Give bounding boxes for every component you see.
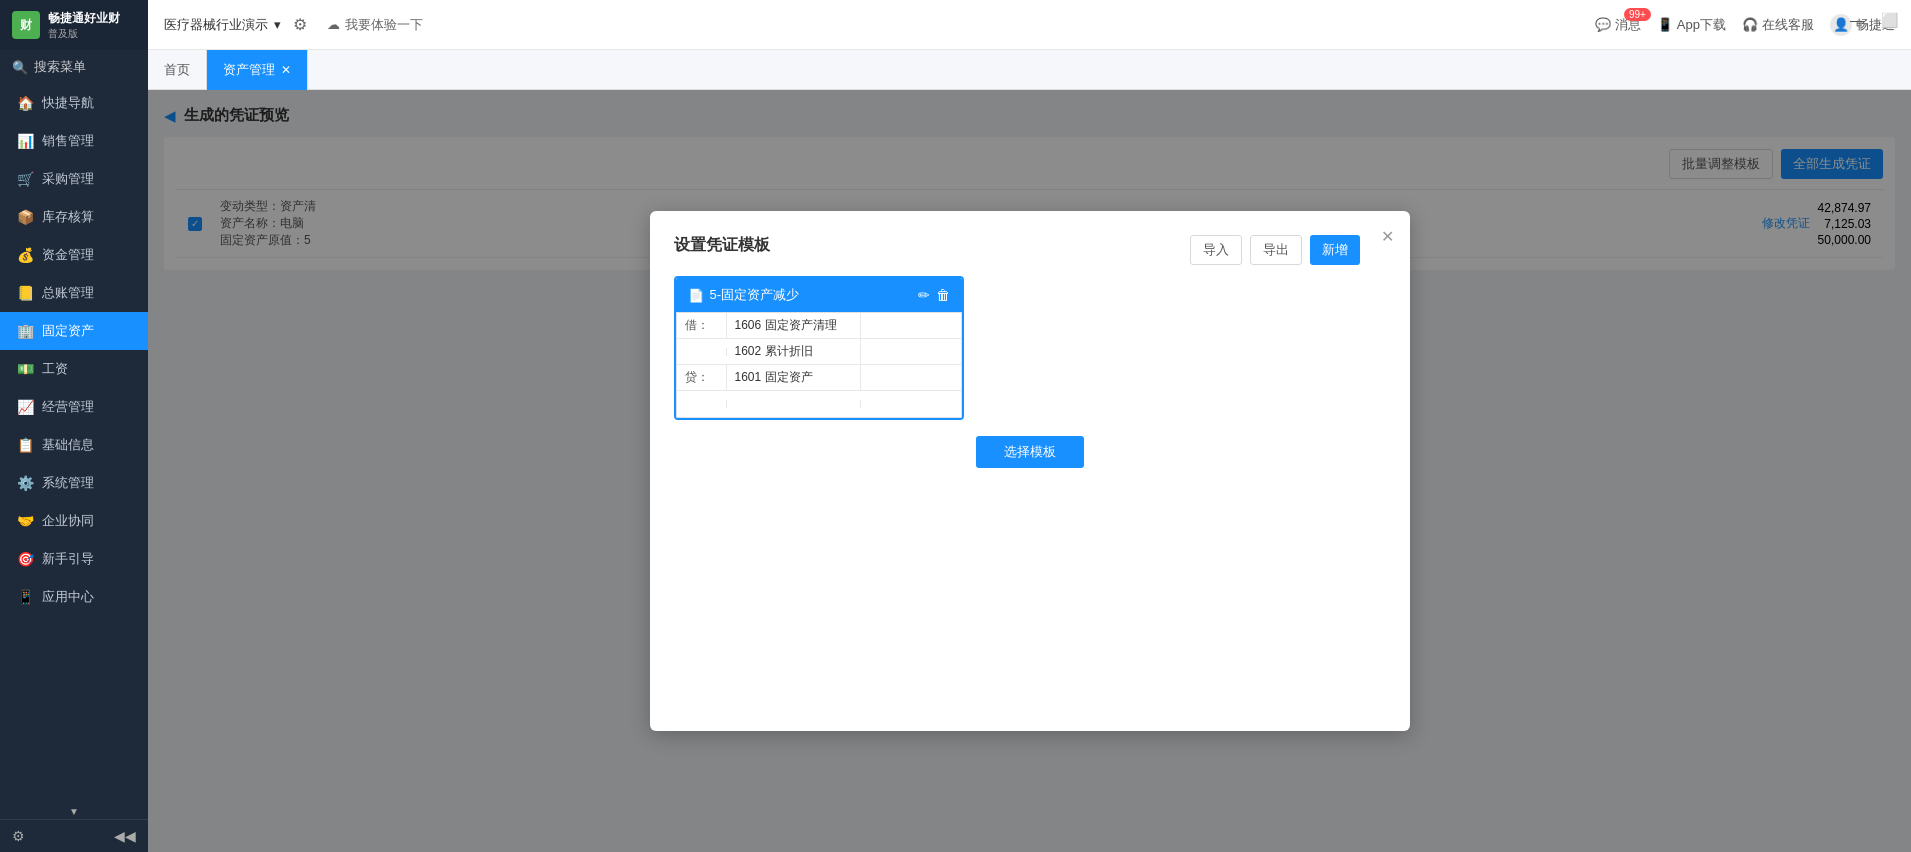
purchase-icon: 🛒 — [16, 170, 34, 188]
experience-btn[interactable]: ☁ 我要体验一下 — [327, 16, 423, 34]
template-row-4 — [677, 391, 961, 417]
logo-text: 畅捷通好业财 普及版 — [48, 10, 120, 41]
modal-title: 设置凭证模板 — [674, 235, 770, 256]
tabbar: 首页 资产管理 ✕ — ⬜ — [148, 50, 1911, 90]
payroll-icon: 💵 — [16, 360, 34, 378]
template-name: 📄 5-固定资产减少 — [688, 286, 800, 304]
operations-icon: 📈 — [16, 398, 34, 416]
direction-1: 借： — [677, 313, 727, 338]
window-controls: — ⬜ — [1843, 0, 1911, 40]
main-area: 医疗器械行业演示 ▾ ⚙ ☁ 我要体验一下 💬 消息 99+ 📱 App下载 🎧… — [148, 0, 1911, 852]
tab-close-icon[interactable]: ✕ — [281, 63, 291, 77]
modal-header: 设置凭证模板 导入 导出 新增 — [674, 235, 1386, 256]
account-3: 1601 固定资产 — [727, 365, 861, 390]
messages-btn[interactable]: 💬 消息 99+ — [1595, 16, 1641, 34]
sidebar-logo: 财 畅捷通好业财 普及版 — [0, 0, 148, 50]
app-center-icon: 📱 — [16, 588, 34, 606]
company-dropdown-icon: ▾ — [274, 17, 281, 32]
account-2: 1602 累计折旧 — [727, 339, 861, 364]
select-template-btn[interactable]: 选择模板 — [976, 436, 1084, 468]
modal-dialog: ✕ 设置凭证模板 导入 导出 新增 📄 5-固定资产减少 — [650, 211, 1410, 731]
sidebar-item-purchase[interactable]: 🛒 采购管理 — [0, 160, 148, 198]
template-row-3: 贷： 1601 固定资产 — [677, 365, 961, 391]
fixed-assets-icon: 🏢 — [16, 322, 34, 340]
sidebar-item-inventory[interactable]: 📦 库存核算 — [0, 198, 148, 236]
template-edit-icon[interactable]: ✏ — [918, 287, 930, 303]
sales-icon: 📊 — [16, 132, 34, 150]
modal-overlay[interactable]: ✕ 设置凭证模板 导入 导出 新增 📄 5-固定资产减少 — [148, 90, 1911, 852]
template-row-2: 1602 累计折旧 — [677, 339, 961, 365]
sidebar-item-payroll[interactable]: 💵 工资 — [0, 350, 148, 388]
sidebar-item-app-center[interactable]: 📱 应用中心 — [0, 578, 148, 616]
modal-close-btn[interactable]: ✕ — [1381, 227, 1394, 246]
direction-2 — [677, 348, 727, 356]
sidebar-scroll-down[interactable]: ▼ — [0, 804, 148, 819]
template-header-actions: ✏ 🗑 — [918, 287, 950, 303]
sidebar-item-guide[interactable]: 🎯 新手引导 — [0, 540, 148, 578]
sidebar-bottom: ⚙ ◀◀ — [0, 819, 148, 852]
sidebar-item-system[interactable]: ⚙️ 系统管理 — [0, 464, 148, 502]
message-icon: 💬 — [1595, 17, 1611, 32]
template-card: 📄 5-固定资产减少 ✏ 🗑 借： 1606 固定资产清理 — [674, 276, 964, 420]
new-template-btn[interactable]: 新增 — [1310, 235, 1360, 265]
online-service-btn[interactable]: 🎧 在线客服 — [1742, 16, 1814, 34]
logo-icon: 财 — [12, 11, 40, 39]
sidebar-item-ledger[interactable]: 📒 总账管理 — [0, 274, 148, 312]
app-download-icon: 📱 — [1657, 17, 1673, 32]
import-btn[interactable]: 导入 — [1190, 235, 1242, 265]
topbar-settings-icon[interactable]: ⚙ — [293, 15, 307, 34]
guide-icon: 🎯 — [16, 550, 34, 568]
funds-icon: 💰 — [16, 246, 34, 264]
sidebar-search[interactable]: 🔍 搜索菜单 — [0, 50, 148, 84]
sidebar-nav: 🏠 快捷导航 📊 销售管理 🛒 采购管理 📦 库存核算 💰 资金管理 📒 总账管… — [0, 84, 148, 804]
home-icon: 🏠 — [16, 94, 34, 112]
service-icon: 🎧 — [1742, 17, 1758, 32]
page-content: ◀ 生成的凭证预览 批量调整模板 全部生成凭证 ✓ 变动类型：资产清 资产名称 — [148, 90, 1911, 852]
template-row-1: 借： 1606 固定资产清理 — [677, 313, 961, 339]
sidebar-item-sales[interactable]: 📊 销售管理 — [0, 122, 148, 160]
export-btn[interactable]: 导出 — [1250, 235, 1302, 265]
sidebar: 财 畅捷通好业财 普及版 🔍 搜索菜单 🏠 快捷导航 📊 销售管理 🛒 采购管理… — [0, 0, 148, 852]
sidebar-item-operations[interactable]: 📈 经营管理 — [0, 388, 148, 426]
tab-asset-mgmt[interactable]: 资产管理 ✕ — [207, 50, 308, 90]
sidebar-item-quicknav[interactable]: 🏠 快捷导航 — [0, 84, 148, 122]
window-minimize-btn[interactable]: — — [1843, 6, 1871, 34]
inventory-icon: 📦 — [16, 208, 34, 226]
search-icon: 🔍 — [12, 60, 28, 75]
sidebar-item-base-info[interactable]: 📋 基础信息 — [0, 426, 148, 464]
direction-3: 贷： — [677, 365, 727, 390]
account-1: 1606 固定资产清理 — [727, 313, 861, 338]
template-card-header: 📄 5-固定资产减少 ✏ 🗑 — [676, 278, 962, 312]
template-delete-icon[interactable]: 🗑 — [936, 287, 950, 303]
sidebar-item-funds[interactable]: 💰 资金管理 — [0, 236, 148, 274]
template-doc-icon: 📄 — [688, 288, 704, 303]
sidebar-item-fixed-assets[interactable]: 🏢 固定资产 — [0, 312, 148, 350]
bottom-settings-icon[interactable]: ⚙ — [12, 828, 25, 844]
window-maximize-btn[interactable]: ⬜ — [1875, 6, 1903, 34]
sidebar-item-enterprise[interactable]: 🤝 企业协同 — [0, 502, 148, 540]
tab-home[interactable]: 首页 — [148, 50, 207, 90]
account-4 — [727, 400, 861, 408]
app-download-btn[interactable]: 📱 App下载 — [1657, 16, 1726, 34]
enterprise-icon: 🤝 — [16, 512, 34, 530]
template-grid: 借： 1606 固定资产清理 1602 累计折旧 贷： — [676, 312, 962, 418]
system-icon: ⚙️ — [16, 474, 34, 492]
experience-icon: ☁ — [327, 17, 340, 32]
sidebar-collapse-icon[interactable]: ◀◀ — [114, 828, 136, 844]
ledger-icon: 📒 — [16, 284, 34, 302]
topbar: 医疗器械行业演示 ▾ ⚙ ☁ 我要体验一下 💬 消息 99+ 📱 App下载 🎧… — [148, 0, 1911, 50]
modal-actions: 导入 导出 新增 — [1190, 235, 1360, 265]
direction-4 — [677, 400, 727, 408]
base-info-icon: 📋 — [16, 436, 34, 454]
company-selector[interactable]: 医疗器械行业演示 ▾ — [164, 16, 281, 34]
